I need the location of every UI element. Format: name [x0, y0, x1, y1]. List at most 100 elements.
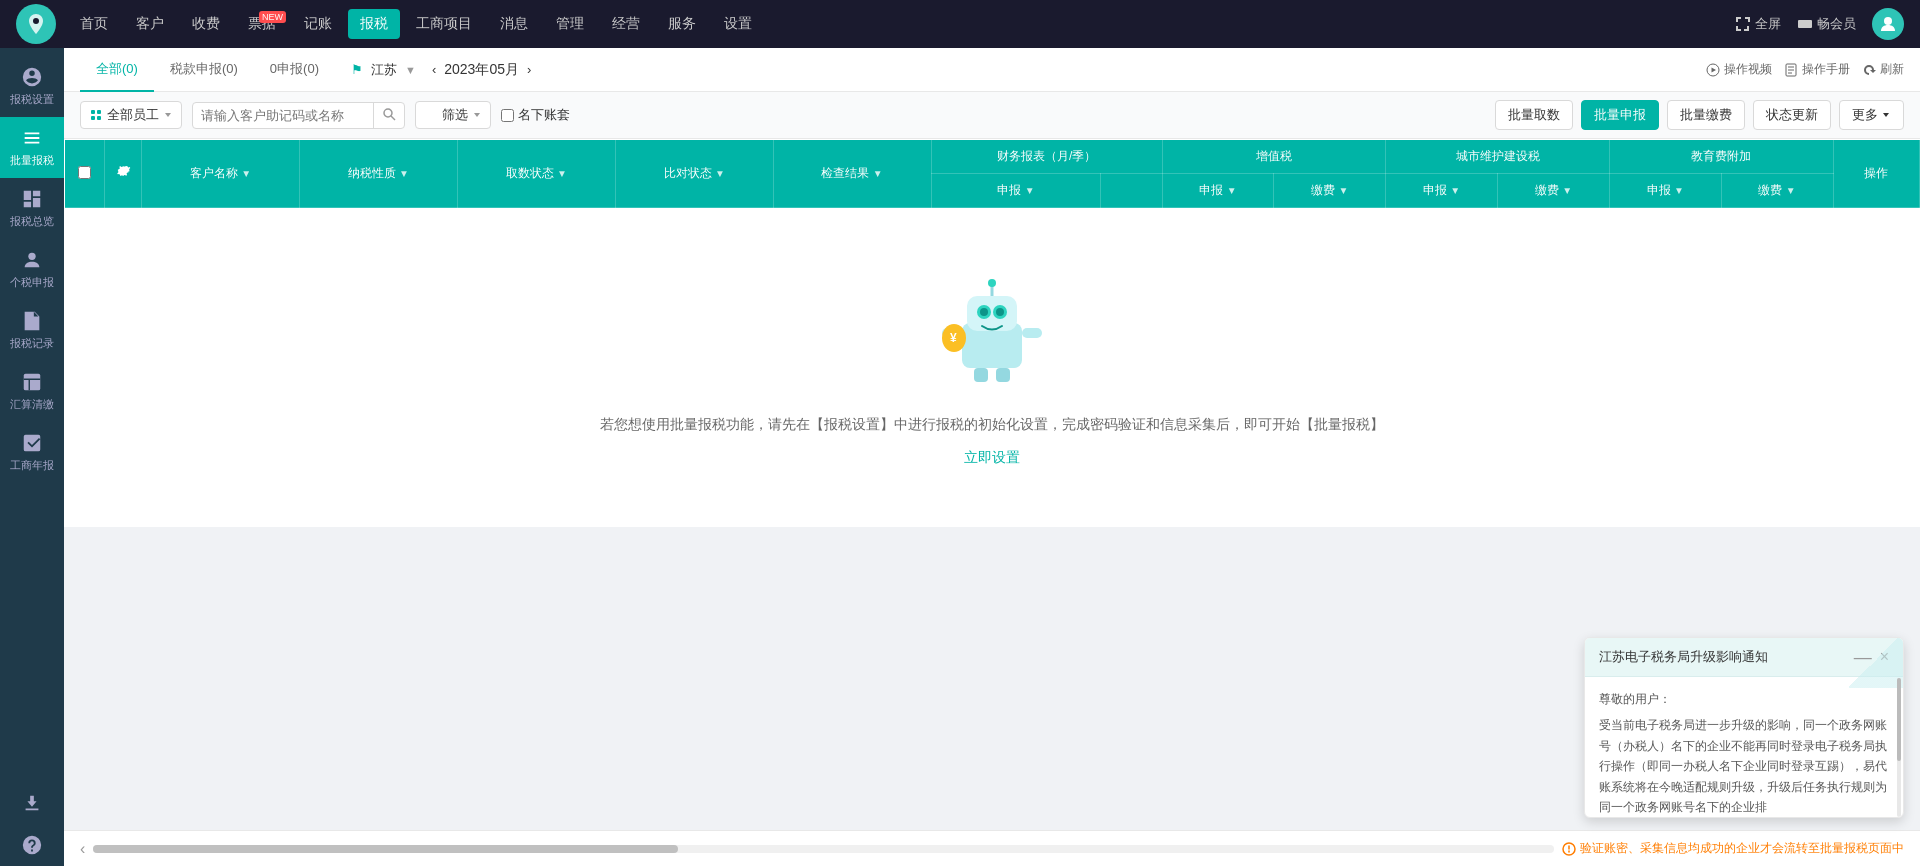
nav-operations[interactable]: 经营 [600, 9, 652, 39]
employee-select[interactable]: 全部员工 [80, 101, 182, 129]
th-gear[interactable] [105, 140, 142, 208]
search-box [192, 102, 405, 129]
sidebar-label-tax-settings: 报税设置 [10, 92, 54, 107]
horizontal-scrollbar[interactable] [93, 845, 1554, 853]
nav-settings[interactable]: 设置 [712, 9, 764, 39]
sidebar-item-tax-record[interactable]: 报税记录 [0, 300, 64, 361]
th-customer-name: 客户名称 ▼ [142, 140, 300, 208]
new-badge: NEW [259, 11, 286, 23]
nav-invoice[interactable]: 票据 NEW [236, 9, 288, 39]
sidebar-item-tax-settings[interactable]: 报税设置 [0, 56, 64, 117]
sidebar-item-overview[interactable]: 报税总览 [0, 178, 64, 239]
month-display: 2023年05月 [444, 61, 519, 79]
svg-point-3 [28, 253, 35, 260]
sidebar-label-personal-tax: 个税申报 [10, 275, 54, 290]
notif-content: 受当前电子税务局进一步升级的影响，同一个政务网账号（办税人）名下的企业不能再同时… [1599, 715, 1889, 817]
refresh-btn[interactable]: 刷新 [1862, 61, 1904, 78]
next-month-button[interactable]: › [527, 62, 531, 77]
batch-pay-button[interactable]: 批量缴费 [1667, 100, 1745, 130]
setup-link[interactable]: 立即设置 [964, 449, 1020, 467]
th-checkbox[interactable] [65, 140, 105, 208]
more-button[interactable]: 更多 [1839, 100, 1904, 130]
video-btn[interactable]: 操作视频 [1706, 61, 1772, 78]
accounts-checkbox[interactable] [501, 109, 514, 122]
svg-rect-11 [97, 116, 101, 120]
scroll-left-btn[interactable]: ‹ [80, 840, 85, 858]
th-urban-pay: 缴费 ▼ [1498, 174, 1610, 208]
nav-tax[interactable]: 报税 [348, 9, 400, 39]
svg-point-2 [1884, 17, 1892, 25]
vip-button[interactable]: 畅会员 [1797, 15, 1856, 33]
th-edu-pay: 缴费 ▼ [1721, 174, 1833, 208]
tab-declare[interactable]: 税款申报(0) [154, 48, 254, 92]
search-button[interactable] [373, 103, 404, 128]
nav-service[interactable]: 服务 [656, 9, 708, 39]
chevron-down-icon: ▼ [405, 64, 416, 76]
sidebar-label-annual-settle: 汇算清缴 [10, 397, 54, 412]
sidebar-item-annual-report[interactable]: 工商年报 [0, 422, 64, 483]
sidebar-item-annual-settle[interactable]: 汇算清缴 [0, 361, 64, 422]
empty-message: 若您想使用批量报税功能，请先在【报税设置】中进行报税的初始化设置，完成密码验证和… [600, 412, 1384, 437]
status-update-button[interactable]: 状态更新 [1753, 100, 1831, 130]
sidebar-bottom [0, 782, 64, 866]
manual-btn[interactable]: 操作手册 [1784, 61, 1850, 78]
notif-minimize[interactable]: — [1854, 648, 1872, 666]
nav-message[interactable]: 消息 [488, 9, 540, 39]
sidebar-item-help[interactable] [0, 824, 64, 866]
svg-rect-26 [974, 368, 988, 382]
app-logo[interactable] [16, 4, 56, 44]
empty-state: ¥ 若您想使用批量报税功能，请先在【报税设置】中进行报税的初始化设置，完成密码验… [65, 208, 1920, 527]
search-input[interactable] [193, 104, 373, 127]
bottom-tip: 验证账密、采集信息均成功的企业才会流转至批量报税页面中 [1562, 840, 1904, 857]
th-financial-report: 财务报表（月/季） [931, 140, 1162, 174]
nav-customer[interactable]: 客户 [124, 9, 176, 39]
notif-scroll-thumb [1897, 678, 1901, 761]
user-avatar[interactable] [1872, 8, 1904, 40]
toolbar: 全部员工 筛选 名下账套 批量取数 批量申报 批量缴费 状态更新 更多 [64, 92, 1920, 139]
province-selector[interactable]: ⚑ 江苏 ▼ [351, 61, 416, 79]
select-all-checkbox[interactable] [78, 166, 91, 179]
sidebar-item-batch-tax[interactable]: 批量报税 [0, 117, 64, 178]
notif-greeting: 尊敬的用户： [1599, 689, 1889, 709]
nav-billing[interactable]: 收费 [180, 9, 232, 39]
nav-accounting[interactable]: 记账 [292, 9, 344, 39]
tab-bar: 全部(0) 税款申报(0) 0申报(0) ⚑ 江苏 ▼ ‹ 2023年05月 ›… [64, 48, 1920, 92]
filter-button[interactable]: 筛选 [415, 101, 491, 129]
nav-manage[interactable]: 管理 [544, 9, 596, 39]
th-operation: 操作 [1833, 140, 1919, 208]
nav-business[interactable]: 工商项目 [404, 9, 484, 39]
svg-point-19 [996, 308, 1004, 316]
svg-point-18 [980, 308, 988, 316]
svg-point-12 [384, 109, 392, 117]
notif-scrollbar[interactable] [1897, 678, 1901, 817]
batch-fetch-button[interactable]: 批量取数 [1495, 100, 1573, 130]
svg-text:¥: ¥ [950, 331, 957, 345]
batch-declare-button[interactable]: 批量申报 [1581, 100, 1659, 130]
scroll-thumb [93, 845, 677, 853]
svg-marker-6 [1712, 67, 1717, 72]
accounts-checkbox-label[interactable]: 名下账套 [501, 106, 570, 124]
svg-rect-1 [1798, 20, 1812, 28]
svg-point-21 [988, 279, 996, 287]
svg-rect-10 [91, 116, 95, 120]
table-container: 客户名称 ▼ 纳税性质 ▼ 取数状态 ▼ 比对状态 ▼ 检查结果 ▼ 财务报表（… [64, 139, 1920, 527]
sidebar-item-personal-tax[interactable]: 个税申报 [0, 239, 64, 300]
th-vat-pay: 缴费 ▼ [1274, 174, 1386, 208]
sidebar-item-download[interactable] [0, 782, 64, 824]
data-table: 客户名称 ▼ 纳税性质 ▼ 取数状态 ▼ 比对状态 ▼ 检查结果 ▼ 财务报表（… [64, 139, 1920, 527]
fullscreen-button[interactable]: 全屏 [1735, 15, 1781, 33]
th-financial-declare: 申报 ▼ [931, 174, 1101, 208]
th-fetch-status: 取数状态 ▼ [457, 140, 615, 208]
top-navigation: 首页 客户 收费 票据 NEW 记账 报税 工商项目 消息 管理 经营 服务 设… [0, 0, 1920, 48]
prev-month-button[interactable]: ‹ [432, 62, 436, 77]
robot-illustration: ¥ [932, 268, 1052, 388]
th-edu-declare: 申报 ▼ [1609, 174, 1721, 208]
svg-rect-8 [91, 110, 95, 114]
svg-rect-4 [24, 374, 41, 391]
notif-close-button[interactable]: × [1880, 648, 1889, 666]
svg-point-0 [33, 18, 39, 24]
tab-zero-declare[interactable]: 0申报(0) [254, 48, 335, 92]
tab-all[interactable]: 全部(0) [80, 48, 154, 92]
nav-home[interactable]: 首页 [68, 9, 120, 39]
notif-header: 江苏电子税务局升级影响通知 — × [1585, 638, 1903, 677]
